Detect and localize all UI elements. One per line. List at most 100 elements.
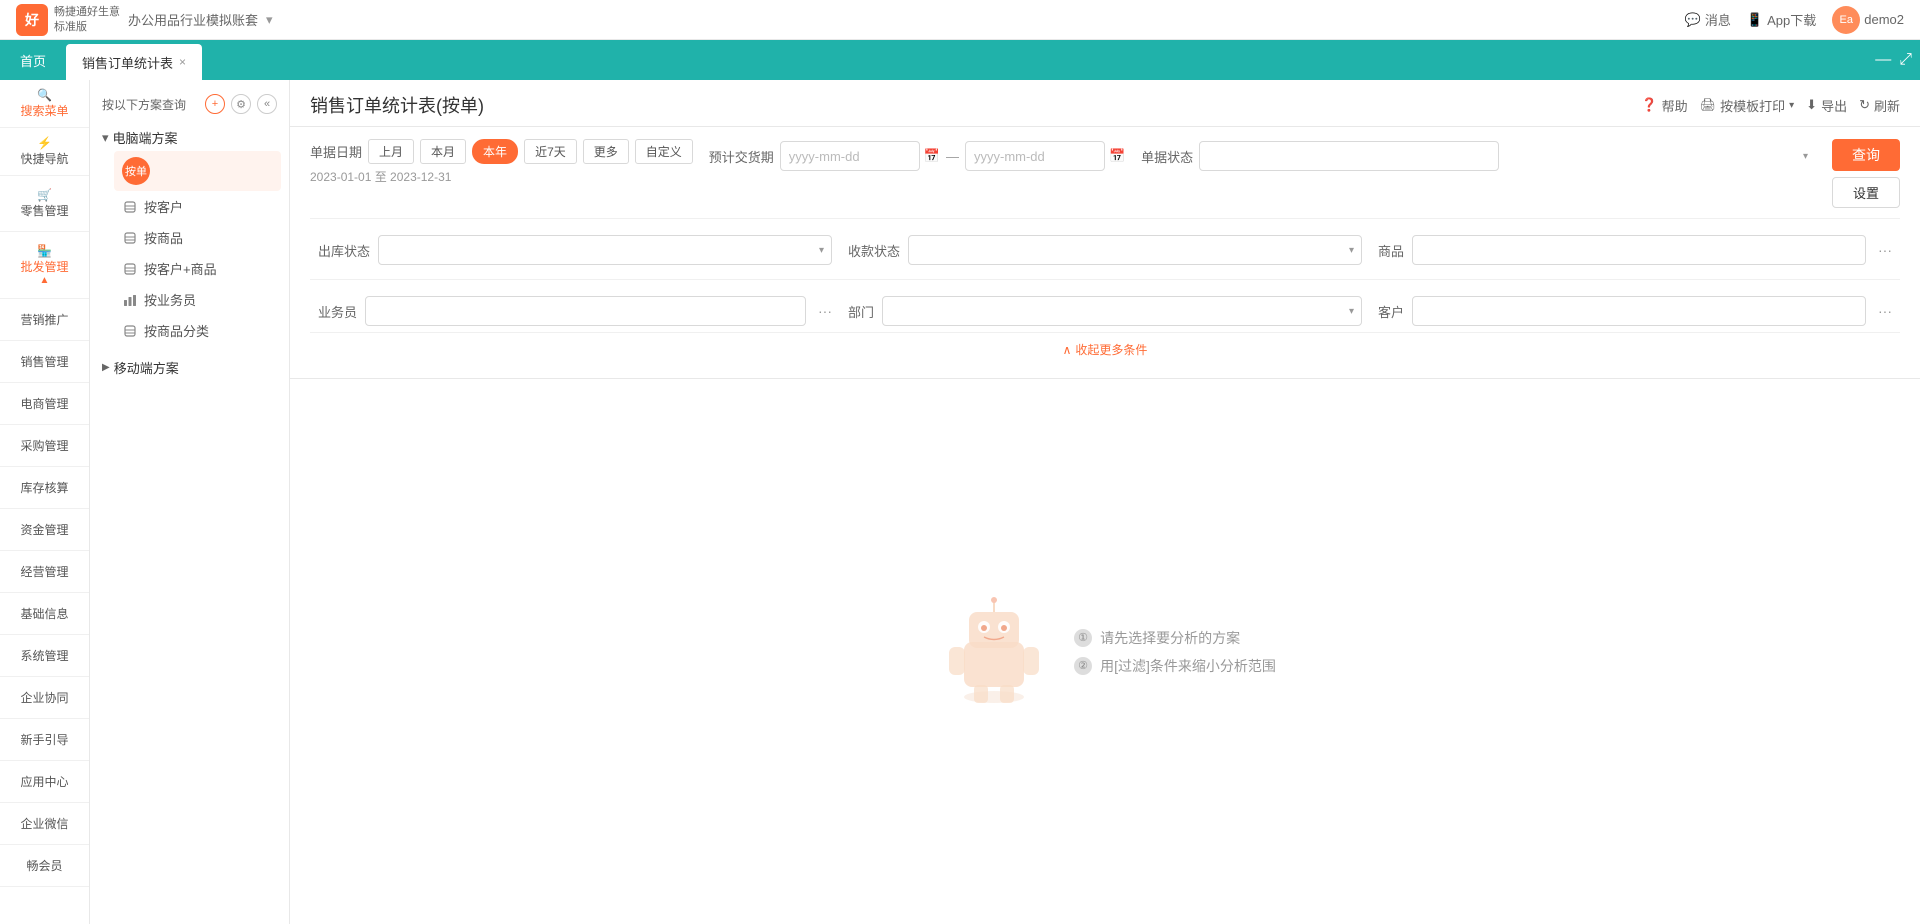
department-select[interactable]: [882, 296, 1362, 326]
refresh-btn[interactable]: ↻ 刷新: [1859, 96, 1900, 115]
print-btn[interactable]: 🖨 按模板打印 ▾: [1700, 96, 1795, 115]
scheme-customer-icon: [122, 199, 138, 215]
delivery-status-label: 出库状态: [318, 241, 370, 260]
message-btn[interactable]: 💬 消息: [1685, 10, 1731, 29]
sidebar-item-purchase[interactable]: 采购管理: [0, 425, 89, 467]
scheme-item-goods[interactable]: 按商品: [114, 222, 281, 253]
tab-home[interactable]: 首页: [0, 40, 66, 80]
logo-area: 好 畅捷通好生意 标准版: [16, 4, 120, 36]
sidebar-search[interactable]: 🔍 搜索菜单: [0, 80, 89, 128]
sidebar-item-system[interactable]: 系统管理: [0, 635, 89, 677]
page-header: 销售订单统计表(按单) ❓ 帮助 🖨 按模板打印 ▾ ⬇ 导出: [290, 80, 1920, 127]
salesperson-input[interactable]: [365, 296, 806, 326]
tab-minimize-icon[interactable]: —: [1875, 51, 1891, 69]
empty-hint-2: ② 用[过滤]条件来缩小分析范围: [1074, 656, 1276, 676]
customer-more-icon[interactable]: ···: [1878, 303, 1892, 319]
retail-icon: 🛒: [4, 188, 85, 202]
goods-more-icon[interactable]: ···: [1878, 242, 1892, 258]
delivery-status-select[interactable]: [378, 235, 832, 265]
date-dash: —: [946, 149, 959, 164]
status-select[interactable]: [1199, 141, 1499, 171]
main-layout: 🔍 搜索菜单 ⚡ 快捷导航 🛒 零售管理 🏪 批发管理 ▲ 营销推广 销售管理 …: [0, 80, 1920, 924]
query-btn[interactable]: 查询: [1832, 139, 1900, 171]
sidebar-item-member[interactable]: 畅会员: [0, 845, 89, 887]
scheme-collapse-btn[interactable]: «: [257, 94, 277, 114]
salesperson-more-icon[interactable]: ···: [818, 303, 832, 319]
tab-sales-order[interactable]: 销售订单统计表 ×: [66, 44, 202, 80]
scheme-item-goods-category[interactable]: 按商品分类: [114, 315, 281, 346]
customer-label: 客户: [1378, 302, 1404, 321]
status-dropdown-icon: ▾: [1803, 151, 1808, 162]
sidebar-item-enterprise[interactable]: 企业协同: [0, 677, 89, 719]
help-btn[interactable]: ❓ 帮助: [1641, 96, 1687, 115]
goods-cell: 商品 ···: [1370, 229, 1900, 271]
expected-date-label: 预计交货期: [709, 147, 774, 166]
empty-hint-num-1: ①: [1074, 629, 1092, 647]
sidebar-item-retail[interactable]: 🛒 零售管理: [0, 176, 89, 232]
print-icon: 🖨: [1700, 97, 1717, 113]
expected-date-start-input[interactable]: [780, 141, 920, 171]
more-btn[interactable]: 更多: [583, 139, 629, 164]
sidebar-item-wholesale[interactable]: 🏪 批发管理 ▲: [0, 232, 89, 299]
sidebar-item-sales[interactable]: 销售管理: [0, 341, 89, 383]
sidebar-item-ecommerce[interactable]: 电商管理: [0, 383, 89, 425]
breadcrumb-arrow-icon[interactable]: ▾: [266, 12, 273, 28]
custom-btn[interactable]: 自定义: [635, 139, 693, 164]
calendar-end-icon[interactable]: 📅: [1109, 148, 1125, 164]
sidebar-item-appcenter[interactable]: 应用中心: [0, 761, 89, 803]
export-btn[interactable]: ⬇ 导出: [1806, 96, 1847, 115]
export-icon: ⬇: [1806, 97, 1817, 113]
sidebar-item-management[interactable]: 经营管理: [0, 551, 89, 593]
scheme-panel-header: 按以下方案查询 + ⚙ «: [90, 88, 289, 120]
scheme-customer-goods-icon: [122, 261, 138, 277]
top-bar-right: 💬 消息 📱 App下载 Ea demo2: [1685, 6, 1904, 34]
sidebar-item-finance[interactable]: 资金管理: [0, 509, 89, 551]
sidebar-item-marketing[interactable]: 营销推广: [0, 299, 89, 341]
expected-date-end-input[interactable]: [965, 141, 1105, 171]
top-bar: 好 畅捷通好生意 标准版 办公用品行业模拟账套 ▾ 💬 消息 📱 App下载 E…: [0, 0, 1920, 40]
filter-area: 单据日期 上月 本月 本年 近7天 更多 自定义 2023-01-01 至 20…: [290, 127, 1920, 379]
user-menu[interactable]: Ea demo2: [1832, 6, 1904, 34]
wholesale-icon: 🏪: [4, 244, 85, 258]
date-range-display: 2023-01-01 至 2023-12-31: [310, 168, 693, 185]
collapse-bar[interactable]: ∧ 收起更多条件: [310, 332, 1900, 366]
calendar-start-icon[interactable]: 📅: [924, 148, 940, 164]
scheme-category-mobile: ▶ 移动端方案: [90, 350, 289, 385]
this-month-btn[interactable]: 本月: [420, 139, 466, 164]
date-filter-label: 单据日期: [310, 142, 362, 161]
payment-status-field: ▾: [908, 235, 1362, 265]
scheme-item-salesperson[interactable]: 按业务员: [114, 284, 281, 315]
breadcrumb: 办公用品行业模拟账套: [128, 10, 258, 29]
settings-btn[interactable]: 设置: [1832, 177, 1900, 208]
sidebar-item-guide[interactable]: 新手引导: [0, 719, 89, 761]
scheme-add-btn[interactable]: +: [205, 94, 225, 114]
salesperson-cell: 业务员 ···: [310, 290, 840, 332]
scheme-settings-btn[interactable]: ⚙: [231, 94, 251, 114]
scheme-category-header[interactable]: ▾ 电脑端方案: [98, 124, 281, 151]
sidebar-quick-nav[interactable]: ⚡ 快捷导航: [0, 128, 89, 176]
sidebar-item-inventory[interactable]: 库存核算: [0, 467, 89, 509]
sidebar-item-wechat[interactable]: 企业微信: [0, 803, 89, 845]
collapse-arrow-icon: ▲: [4, 275, 85, 286]
empty-hint-num-2: ②: [1074, 657, 1092, 675]
salesperson-label: 业务员: [318, 302, 357, 321]
payment-status-select[interactable]: [908, 235, 1362, 265]
last-month-btn[interactable]: 上月: [368, 139, 414, 164]
scheme-mobile-category-header[interactable]: ▶ 移动端方案: [98, 354, 281, 381]
tab-maximize-icon[interactable]: ⤢: [1899, 51, 1912, 69]
main-content: 销售订单统计表(按单) ❓ 帮助 🖨 按模板打印 ▾ ⬇ 导出: [290, 80, 1920, 924]
scheme-item-customer-goods[interactable]: 按客户+商品: [114, 253, 281, 284]
current-year-btn[interactable]: 本年: [472, 139, 518, 164]
app-download-btn[interactable]: 📱 App下载: [1747, 10, 1816, 29]
scheme-active-icon: 按单: [122, 157, 150, 185]
customer-input[interactable]: [1412, 296, 1866, 326]
scheme-item-order[interactable]: 按单: [114, 151, 281, 191]
scheme-item-customer[interactable]: 按客户: [114, 191, 281, 222]
goods-input[interactable]: [1412, 235, 1866, 265]
refresh-icon: ↻: [1859, 97, 1870, 113]
department-cell: 部门 ▾: [840, 290, 1370, 332]
last7days-btn[interactable]: 近7天: [524, 139, 577, 164]
tab-close-icon[interactable]: ×: [179, 55, 186, 69]
sidebar-item-basicinfo[interactable]: 基础信息: [0, 593, 89, 635]
top-bar-left: 好 畅捷通好生意 标准版 办公用品行业模拟账套 ▾: [16, 4, 273, 36]
